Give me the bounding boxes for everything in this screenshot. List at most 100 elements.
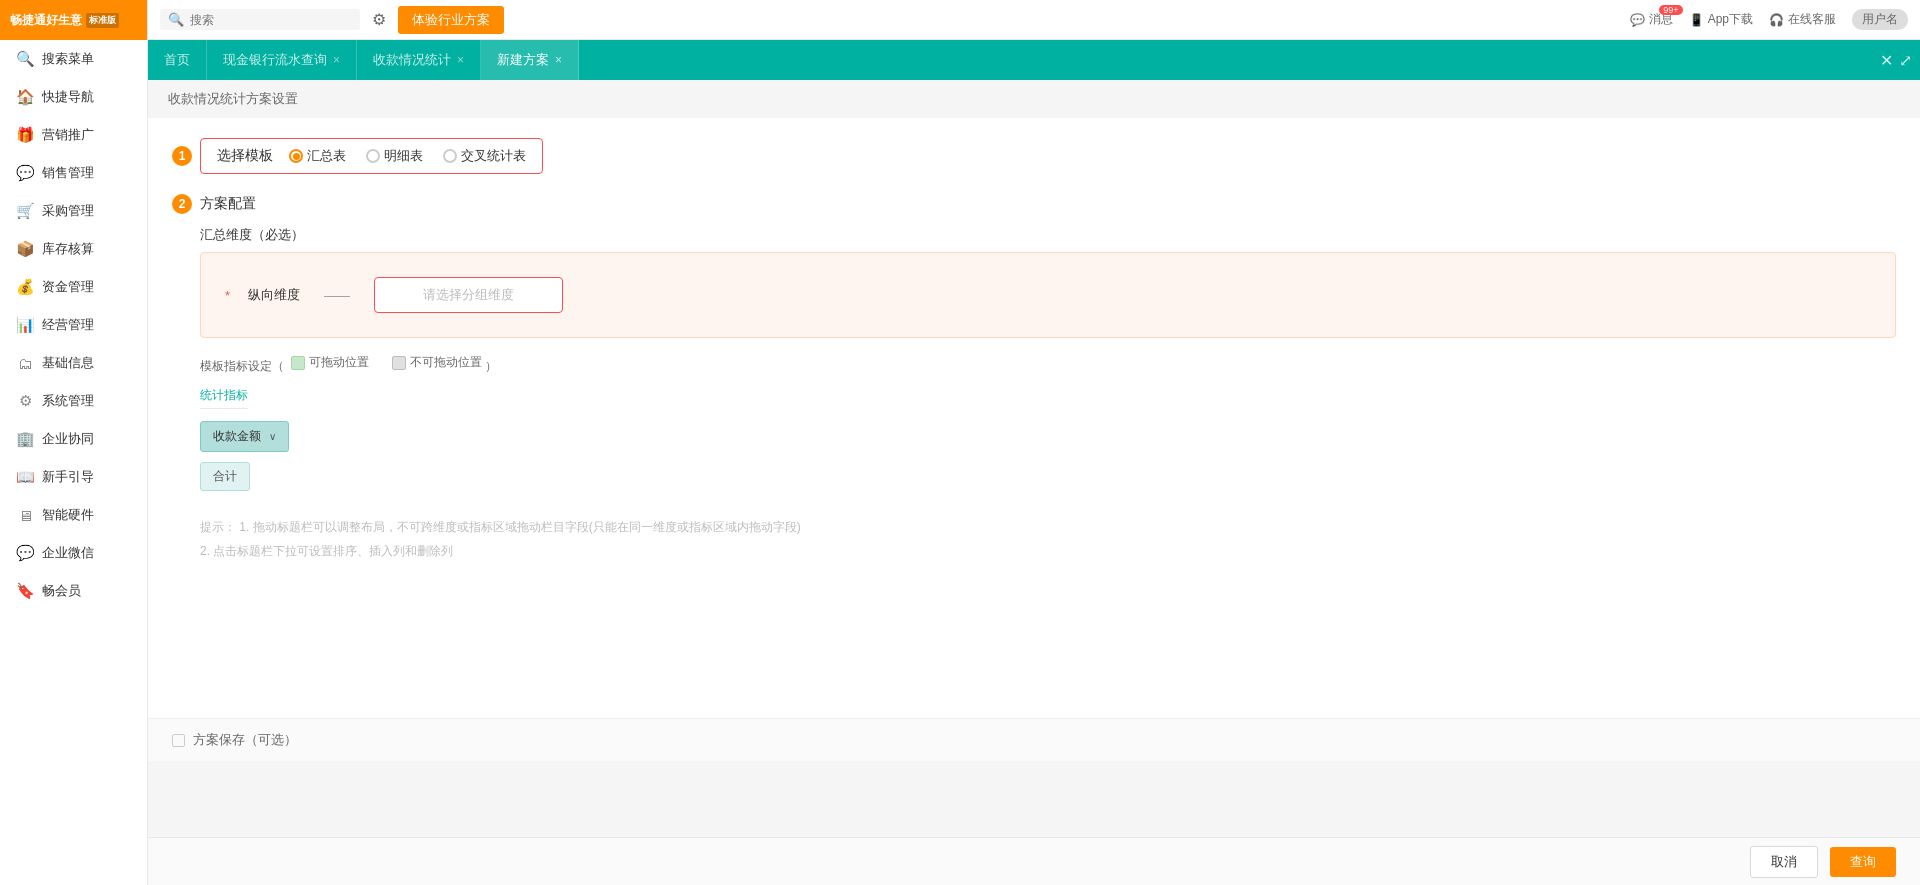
save-label: 方案保存（可选）	[193, 731, 297, 749]
quick-nav-icon: 🏠	[16, 88, 34, 106]
guide-icon: 📖	[16, 468, 34, 486]
sidebar-item-system[interactable]: ⚙ 系统管理	[0, 382, 147, 420]
non-draggable-label: 不可拖动位置	[410, 354, 482, 371]
arrow-icon: ——	[324, 288, 350, 303]
sidebar-item-inventory[interactable]: 📦 库存核算	[0, 230, 147, 268]
member-icon: 🔖	[16, 582, 34, 600]
inventory-icon: 📦	[16, 240, 34, 258]
radio-cross[interactable]: 交叉统计表	[443, 147, 526, 165]
wechat-icon: 💬	[16, 544, 34, 562]
save-checkbox[interactable]	[172, 734, 185, 747]
trial-button[interactable]: 体验行业方案	[398, 6, 504, 34]
content-area: 收款情况统计方案设置 1 选择模板 汇总表 明细表 交叉统计表	[148, 80, 1920, 837]
sidebar-item-quick-nav[interactable]: 🏠 快捷导航	[0, 78, 147, 116]
tab-new-plan[interactable]: 新建方案×	[481, 40, 579, 80]
template-radio-group: 汇总表 明细表 交叉统计表	[289, 147, 526, 165]
sidebar-label-hardware: 智能硬件	[42, 506, 94, 524]
indicator-cell-amount[interactable]: 收款金额 ∨	[200, 421, 289, 452]
radio-summary[interactable]: 汇总表	[289, 147, 346, 165]
sidebar-label-member: 畅会员	[42, 582, 81, 600]
purchase-icon: 🛒	[16, 202, 34, 220]
tabbar-actions: ✕ ⤢	[1872, 40, 1920, 80]
sidebar-label-search-menu: 搜索菜单	[42, 50, 94, 68]
dimension-box: * 纵向维度 —— 请选择分组维度	[200, 252, 1896, 338]
tab-collection[interactable]: 收款情况统计 ×	[357, 40, 481, 80]
sidebar-label-finance: 资金管理	[42, 278, 94, 296]
download-label: App下载	[1708, 11, 1753, 28]
sidebar-item-hardware[interactable]: 🖥 智能硬件	[0, 496, 147, 534]
indicator-dropdown-icon[interactable]: ∨	[269, 431, 276, 442]
logo-badge: 标准版	[86, 13, 119, 28]
sidebar-item-sales[interactable]: 💬 销售管理	[0, 154, 147, 192]
search-icon: 🔍	[168, 12, 184, 27]
operation-icon: 📊	[16, 316, 34, 334]
step1-section: 1 选择模板 汇总表 明细表 交叉统计表	[172, 138, 1896, 174]
user-avatar[interactable]: 用户名	[1852, 9, 1908, 30]
radio-circle-summary	[289, 149, 303, 163]
sidebar-item-operation[interactable]: 📊 经营管理	[0, 306, 147, 344]
service-button[interactable]: 🎧 在线客服	[1769, 11, 1836, 28]
draggable-label: 可拖动位置	[309, 354, 369, 371]
sidebar-label-marketing: 营销推广	[42, 126, 94, 144]
tab-label-collection: 收款情况统计	[373, 51, 451, 69]
logo-text: 畅捷通好生意	[10, 12, 82, 29]
indicator-cell-label: 收款金额	[213, 428, 261, 445]
indicator-section: 模板指标设定（ 可拖动位置 不可拖动位置	[200, 354, 1896, 495]
sidebar-item-marketing[interactable]: 🎁 营销推广	[0, 116, 147, 154]
tab-close-new-plan[interactable]: ×	[555, 53, 562, 67]
page: 收款情况统计方案设置 1 选择模板 汇总表 明细表 交叉统计表	[148, 80, 1920, 761]
radio-circle-detail	[366, 149, 380, 163]
tab-close-cashflow[interactable]: ×	[333, 53, 340, 67]
sidebar-item-guide[interactable]: 📖 新手引导	[0, 458, 147, 496]
query-button[interactable]: 查询	[1830, 847, 1896, 877]
bottom-bar: 取消 查询	[148, 837, 1920, 885]
step2-title: 2 方案配置	[172, 194, 1896, 214]
sidebar-label-basic-info: 基础信息	[42, 354, 94, 372]
sidebar-item-member[interactable]: 🔖 畅会员	[0, 572, 147, 610]
sidebar-item-basic-info[interactable]: 🗂 基础信息	[0, 344, 147, 382]
marketing-icon: 🎁	[16, 126, 34, 144]
main-area: 🔍 ⚙ 体验行业方案 💬 消息 99+ 📱 App下载 🎧 在线客服 用户名 首…	[148, 0, 1920, 885]
sidebar-label-guide: 新手引导	[42, 468, 94, 486]
tab-close-collection[interactable]: ×	[457, 53, 464, 67]
subtotal-area: 合计	[200, 458, 1896, 491]
main-card: 1 选择模板 汇总表 明细表 交叉统计表	[148, 118, 1920, 718]
close-all-icon[interactable]: ✕	[1880, 51, 1893, 70]
service-label: 在线客服	[1788, 11, 1836, 28]
radio-detail[interactable]: 明细表	[366, 147, 423, 165]
dim-select[interactable]: 请选择分组维度	[374, 277, 563, 313]
sidebar-item-purchase[interactable]: 🛒 采购管理	[0, 192, 147, 230]
step1-label: 选择模板	[217, 147, 273, 165]
tab-home[interactable]: 首页	[148, 40, 207, 80]
gear-icon[interactable]: ⚙	[372, 10, 386, 29]
finance-icon: 💰	[16, 278, 34, 296]
indicator-header: 模板指标设定（ 可拖动位置 不可拖动位置	[200, 354, 1896, 375]
step2-label: 方案配置	[200, 195, 256, 213]
save-section: 方案保存（可选）	[148, 718, 1920, 761]
sidebar-label-quick-nav: 快捷导航	[42, 88, 94, 106]
download-button[interactable]: 📱 App下载	[1689, 11, 1753, 28]
tab-cashflow[interactable]: 现金银行流水查询 ×	[207, 40, 357, 80]
cancel-button[interactable]: 取消	[1750, 846, 1818, 878]
radio-inner-summary	[293, 153, 300, 160]
tip-line-0: 提示： 1. 拖动标题栏可以调整布局，不可跨维度或指标区域拖动栏目字段(只能在同…	[200, 515, 1896, 539]
topbar: 🔍 ⚙ 体验行业方案 💬 消息 99+ 📱 App下载 🎧 在线客服 用户名	[148, 0, 1920, 40]
search-input[interactable]	[190, 13, 330, 27]
sidebar: 畅捷通好生意 标准版 🔍 搜索菜单 🏠 快捷导航 🎁 营销推广 💬 销售管理 🛒…	[0, 0, 148, 885]
sidebar-item-wechat[interactable]: 💬 企业微信	[0, 534, 147, 572]
vertical-dim-label: 纵向维度	[248, 286, 300, 304]
subtotal-cell: 合计	[200, 462, 250, 491]
radio-text-summary: 汇总表	[307, 147, 346, 165]
sidebar-item-enterprise[interactable]: 🏢 企业协同	[0, 420, 147, 458]
tabbar: 首页现金银行流水查询×收款情况统计×新建方案× ✕ ⤢	[148, 40, 1920, 80]
tab-label-home: 首页	[164, 51, 190, 69]
maximize-icon[interactable]: ⤢	[1899, 51, 1912, 70]
search-box[interactable]: 🔍	[160, 9, 360, 30]
message-button[interactable]: 💬 消息 99+	[1630, 11, 1673, 28]
dimension-label: 汇总维度（必选）	[200, 226, 1896, 244]
sidebar-item-search-menu[interactable]: 🔍 搜索菜单	[0, 40, 147, 78]
tab-label-cashflow: 现金银行流水查询	[223, 51, 327, 69]
radio-text-cross: 交叉统计表	[461, 147, 526, 165]
sidebar-label-operation: 经营管理	[42, 316, 94, 334]
sidebar-item-finance[interactable]: 💰 资金管理	[0, 268, 147, 306]
